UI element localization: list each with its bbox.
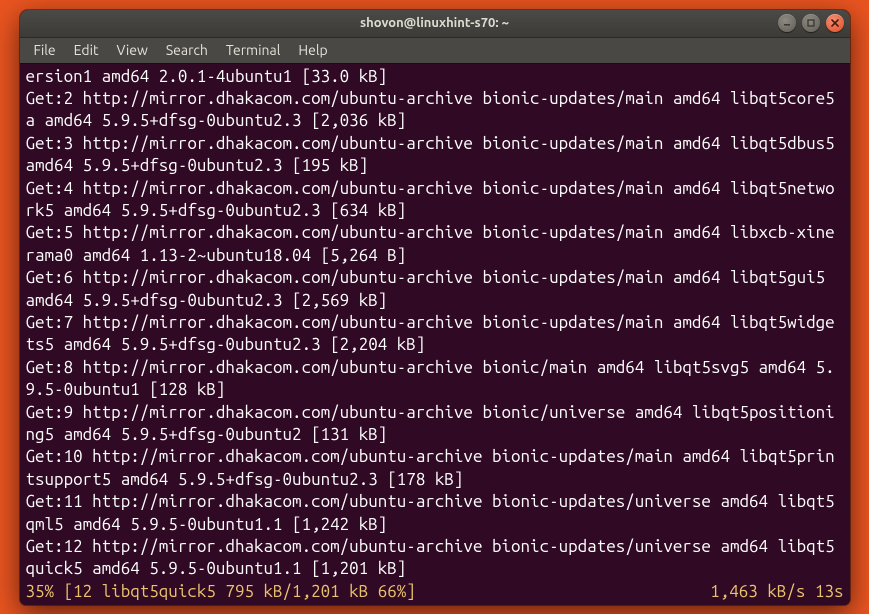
- close-button[interactable]: [826, 14, 844, 32]
- download-status-line: 35% [12 libqt5quick5 795 kB/1,201 kB 66%…: [26, 581, 844, 603]
- menu-search[interactable]: Search: [158, 39, 216, 61]
- terminal-window: shovon@linuxhint-s70: ~ File Edit View S…: [20, 10, 850, 605]
- terminal-line: Get:4 http://mirror.dhakacom.com/ubuntu-…: [26, 179, 835, 220]
- terminal-line: Get:8 http://mirror.dhakacom.com/ubuntu-…: [26, 358, 835, 399]
- status-progress: 35% [12 libqt5quick5 795 kB/1,201 kB 66%…: [26, 581, 416, 603]
- minimize-button[interactable]: [778, 14, 796, 32]
- close-icon: [830, 18, 840, 28]
- menu-help[interactable]: Help: [290, 39, 335, 61]
- terminal-line: Get:3 http://mirror.dhakacom.com/ubuntu-…: [26, 134, 845, 175]
- menubar: File Edit View Search Terminal Help: [20, 38, 850, 64]
- terminal-output[interactable]: ersion1 amd64 2.0.1-4ubuntu1 [33.0 kB] G…: [20, 64, 850, 605]
- menu-file[interactable]: File: [26, 39, 64, 61]
- maximize-icon: [806, 18, 816, 28]
- titlebar: shovon@linuxhint-s70: ~: [20, 10, 850, 38]
- terminal-line: Get:5 http://mirror.dhakacom.com/ubuntu-…: [26, 223, 835, 264]
- terminal-line: Get:2 http://mirror.dhakacom.com/ubuntu-…: [26, 89, 835, 130]
- terminal-line: Get:9 http://mirror.dhakacom.com/ubuntu-…: [26, 403, 835, 444]
- minimize-icon: [782, 18, 792, 28]
- terminal-line: Get:12 http://mirror.dhakacom.com/ubuntu…: [26, 537, 835, 578]
- window-controls: [778, 14, 844, 32]
- status-speed-eta: 1,463 kB/s 13s: [710, 581, 843, 603]
- terminal-line: Get:10 http://mirror.dhakacom.com/ubuntu…: [26, 447, 835, 488]
- terminal-line: Get:6 http://mirror.dhakacom.com/ubuntu-…: [26, 268, 835, 309]
- menu-view[interactable]: View: [109, 39, 156, 61]
- terminal-line: Get:11 http://mirror.dhakacom.com/ubuntu…: [26, 492, 835, 533]
- menu-edit[interactable]: Edit: [66, 39, 107, 61]
- terminal-line: Get:7 http://mirror.dhakacom.com/ubuntu-…: [26, 313, 835, 354]
- window-title: shovon@linuxhint-s70: ~: [360, 16, 509, 30]
- terminal-line: ersion1 amd64 2.0.1-4ubuntu1 [33.0 kB]: [26, 67, 388, 86]
- menu-terminal[interactable]: Terminal: [218, 39, 289, 61]
- maximize-button[interactable]: [802, 14, 820, 32]
